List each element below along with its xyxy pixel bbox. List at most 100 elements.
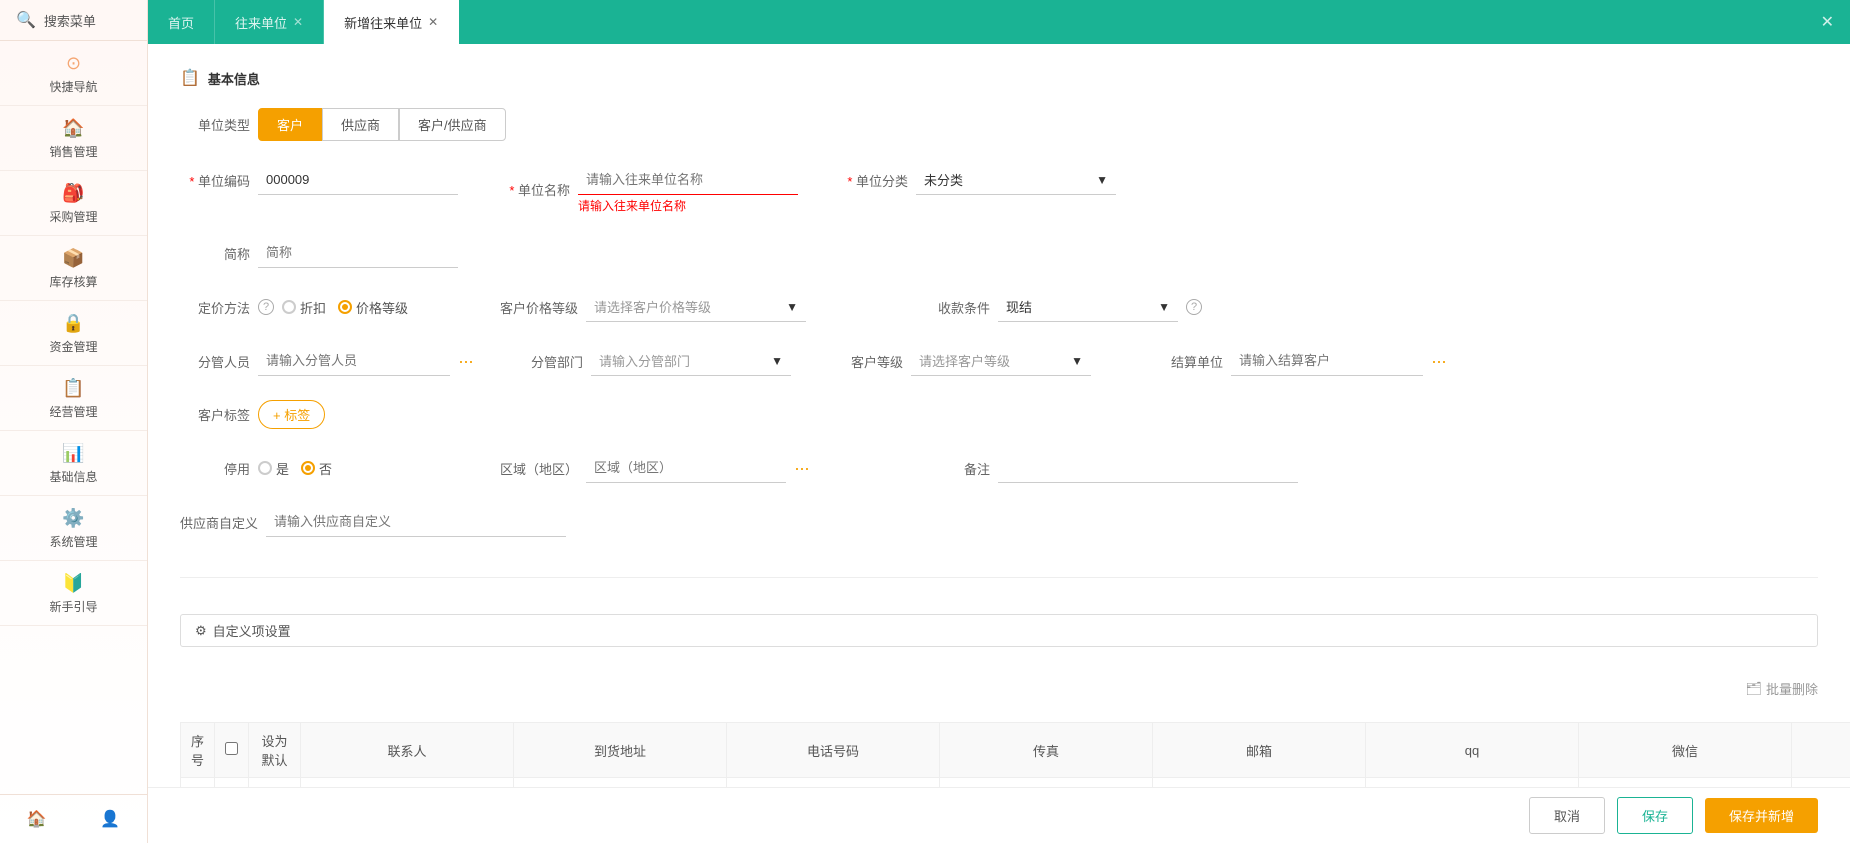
sidebar-bottom: 🏠 👤 xyxy=(0,794,147,843)
custom-settings-label: 自定义项设置 xyxy=(213,621,291,640)
row-contact-cell xyxy=(301,778,514,788)
sidebar-item-label: 快捷导航 xyxy=(49,78,97,95)
col-qq: qq xyxy=(1366,723,1579,778)
save-and-new-button[interactable]: 保存并新增 xyxy=(1705,798,1818,833)
supplier-custom-input[interactable] xyxy=(266,507,566,537)
sidebar-item-basic-info[interactable]: 📊 基础信息 xyxy=(0,431,147,496)
sidebar-item-inventory[interactable]: 📦 库存核算 xyxy=(0,236,147,301)
manager-row: 分管人员 ··· 分管部门 请输入分管部门 ▼ 客户等级 xyxy=(180,346,1818,380)
customer-tag-row: 客户标签 + 标签 xyxy=(180,400,1818,433)
customer-level-label: 客户等级 xyxy=(833,352,903,371)
tab-new-counterparty[interactable]: 新增往来单位 ✕ xyxy=(324,0,459,44)
tab-new-counterparty-close[interactable]: ✕ xyxy=(428,15,438,29)
sidebar-item-guide[interactable]: 🔰 新手引导 xyxy=(0,561,147,626)
department-select[interactable]: 请输入分管部门 ▼ xyxy=(591,346,791,376)
payment-terms-select[interactable]: 现结 ▼ xyxy=(998,292,1178,322)
window-close-btn[interactable]: ✕ xyxy=(1821,12,1834,32)
form-section: 单位类型 客户 供应商 客户/供应商 单位编码 xyxy=(180,108,1818,787)
disabled-no-radio xyxy=(301,461,315,475)
row-checkbox-cell xyxy=(215,778,249,788)
department-placeholder: 请输入分管部门 xyxy=(599,351,690,370)
unit-type-supplier-btn[interactable]: 供应商 xyxy=(322,108,399,141)
supplier-custom-row: 供应商自定义 xyxy=(180,507,1818,541)
col-checkbox xyxy=(215,723,249,778)
tab-counterparty[interactable]: 往来单位 ✕ xyxy=(215,0,324,44)
code-name-category-row: 单位编码 单位名称 请输入往来单位名称 单位分类 未分类 xyxy=(180,165,1818,218)
settlement-unit-label: 结算单位 xyxy=(1153,352,1223,371)
manager-input[interactable] xyxy=(258,346,450,376)
region-field: 区域（地区） ··· xyxy=(500,453,880,483)
disabled-no-option[interactable]: 否 xyxy=(301,459,332,478)
custom-settings-btn[interactable]: ⚙ 自定义项设置 xyxy=(180,614,1818,647)
unit-type-both-btn[interactable]: 客户/供应商 xyxy=(399,108,506,141)
batch-delete-icon: 🗂 xyxy=(1745,681,1762,697)
manager-more-btn[interactable]: ··· xyxy=(458,351,473,372)
add-tag-btn[interactable]: + 标签 xyxy=(258,400,325,429)
row-qq-cell xyxy=(1366,778,1579,788)
sidebar-item-sales[interactable]: 🏠 销售管理 xyxy=(0,106,147,171)
unit-type-row: 单位类型 客户 供应商 客户/供应商 xyxy=(180,108,1818,145)
batch-delete-area[interactable]: 🗂 批量删除 xyxy=(180,679,1818,698)
payment-help-icon[interactable]: ? xyxy=(1186,299,1202,315)
payment-terms-chevron: ▼ xyxy=(1158,300,1170,314)
sidebar-item-purchase[interactable]: 🎒 采购管理 xyxy=(0,171,147,236)
region-more-btn[interactable]: ··· xyxy=(794,458,809,479)
home-bottom-icon: 🏠 xyxy=(27,809,47,829)
remark-input[interactable] xyxy=(998,453,1298,483)
col-address: 到货地址 xyxy=(514,723,727,778)
region-input[interactable] xyxy=(586,453,786,483)
payment-terms-value: 现结 xyxy=(1006,297,1032,316)
col-default: 设为默认 xyxy=(249,723,301,778)
sidebar-user-btn[interactable]: 👤 xyxy=(74,803,148,835)
unit-category-chevron: ▼ xyxy=(1096,173,1108,187)
customer-price-level-placeholder: 请选择客户价格等级 xyxy=(594,297,711,316)
manager-label: 分管人员 xyxy=(180,352,250,371)
department-label: 分管部门 xyxy=(513,352,583,371)
sidebar-item-quick-nav[interactable]: ⊙ 快捷导航 xyxy=(0,41,147,106)
payment-terms-field: 收款条件 现结 ▼ ? xyxy=(920,292,1202,322)
sidebar-item-system[interactable]: ⚙️ 系统管理 xyxy=(0,496,147,561)
sidebar-item-operations[interactable]: 📋 经营管理 xyxy=(0,366,147,431)
tab-home[interactable]: 首页 xyxy=(148,0,215,44)
settlement-unit-input[interactable] xyxy=(1231,346,1423,376)
finance-icon: 🔒 xyxy=(62,313,84,334)
disabled-yes-option[interactable]: 是 xyxy=(258,459,289,478)
unit-category-select[interactable]: 未分类 ▼ xyxy=(916,165,1116,195)
select-all-checkbox[interactable] xyxy=(225,742,238,755)
customer-price-level-select[interactable]: 请选择客户价格等级 ▼ xyxy=(586,292,806,322)
row-address-cell xyxy=(514,778,727,788)
col-index: 序号 xyxy=(181,723,215,778)
settlement-unit-field: 结算单位 ··· xyxy=(1153,346,1446,376)
short-name-input[interactable] xyxy=(258,238,458,268)
sidebar-search[interactable]: 🔍 搜索菜单 xyxy=(0,0,147,41)
sidebar-item-label: 库存核算 xyxy=(49,273,97,290)
tab-counterparty-close[interactable]: ✕ xyxy=(293,15,303,29)
row-fax-cell xyxy=(940,778,1153,788)
unit-name-input[interactable] xyxy=(578,165,798,195)
sidebar-item-finance[interactable]: 🔒 资金管理 xyxy=(0,301,147,366)
sidebar-home-btn[interactable]: 🏠 xyxy=(0,803,74,835)
disabled-radio-group: 是 否 xyxy=(258,459,332,478)
pricing-level-option[interactable]: 价格等级 xyxy=(338,298,408,317)
customer-tag-label: 客户标签 xyxy=(180,405,250,424)
unit-category-label: 单位分类 xyxy=(838,171,908,190)
contact-table: 序号 设为默认 联系人 到货地址 电话号码 传真 邮箱 qq 微信 所在地区 操… xyxy=(180,722,1850,787)
cancel-button[interactable]: 取消 xyxy=(1529,797,1605,834)
row-phone-cell xyxy=(727,778,940,788)
sidebar-item-label: 经营管理 xyxy=(49,403,97,420)
col-contact: 联系人 xyxy=(301,723,514,778)
table-header-row: 序号 设为默认 联系人 到货地址 电话号码 传真 邮箱 qq 微信 所在地区 操… xyxy=(181,723,1850,778)
unit-type-customer-btn[interactable]: 客户 xyxy=(258,108,322,141)
unit-category-field: 单位分类 未分类 ▼ xyxy=(838,165,1118,195)
pricing-discount-option[interactable]: 折扣 xyxy=(282,298,326,317)
unit-name-error: 请输入往来单位名称 xyxy=(578,197,798,214)
customer-price-level-field: 客户价格等级 请选择客户价格等级 ▼ xyxy=(500,292,880,322)
settlement-more-btn[interactable]: ··· xyxy=(1431,351,1446,372)
save-button[interactable]: 保存 xyxy=(1617,797,1693,834)
customer-price-level-label: 客户价格等级 xyxy=(500,298,578,317)
customer-level-select[interactable]: 请选择客户等级 ▼ xyxy=(911,346,1091,376)
pricing-level-label: 价格等级 xyxy=(356,298,408,317)
section-title-text: 基本信息 xyxy=(208,69,260,88)
pricing-help-icon[interactable]: ? xyxy=(258,299,274,315)
unit-code-input[interactable] xyxy=(258,165,458,195)
